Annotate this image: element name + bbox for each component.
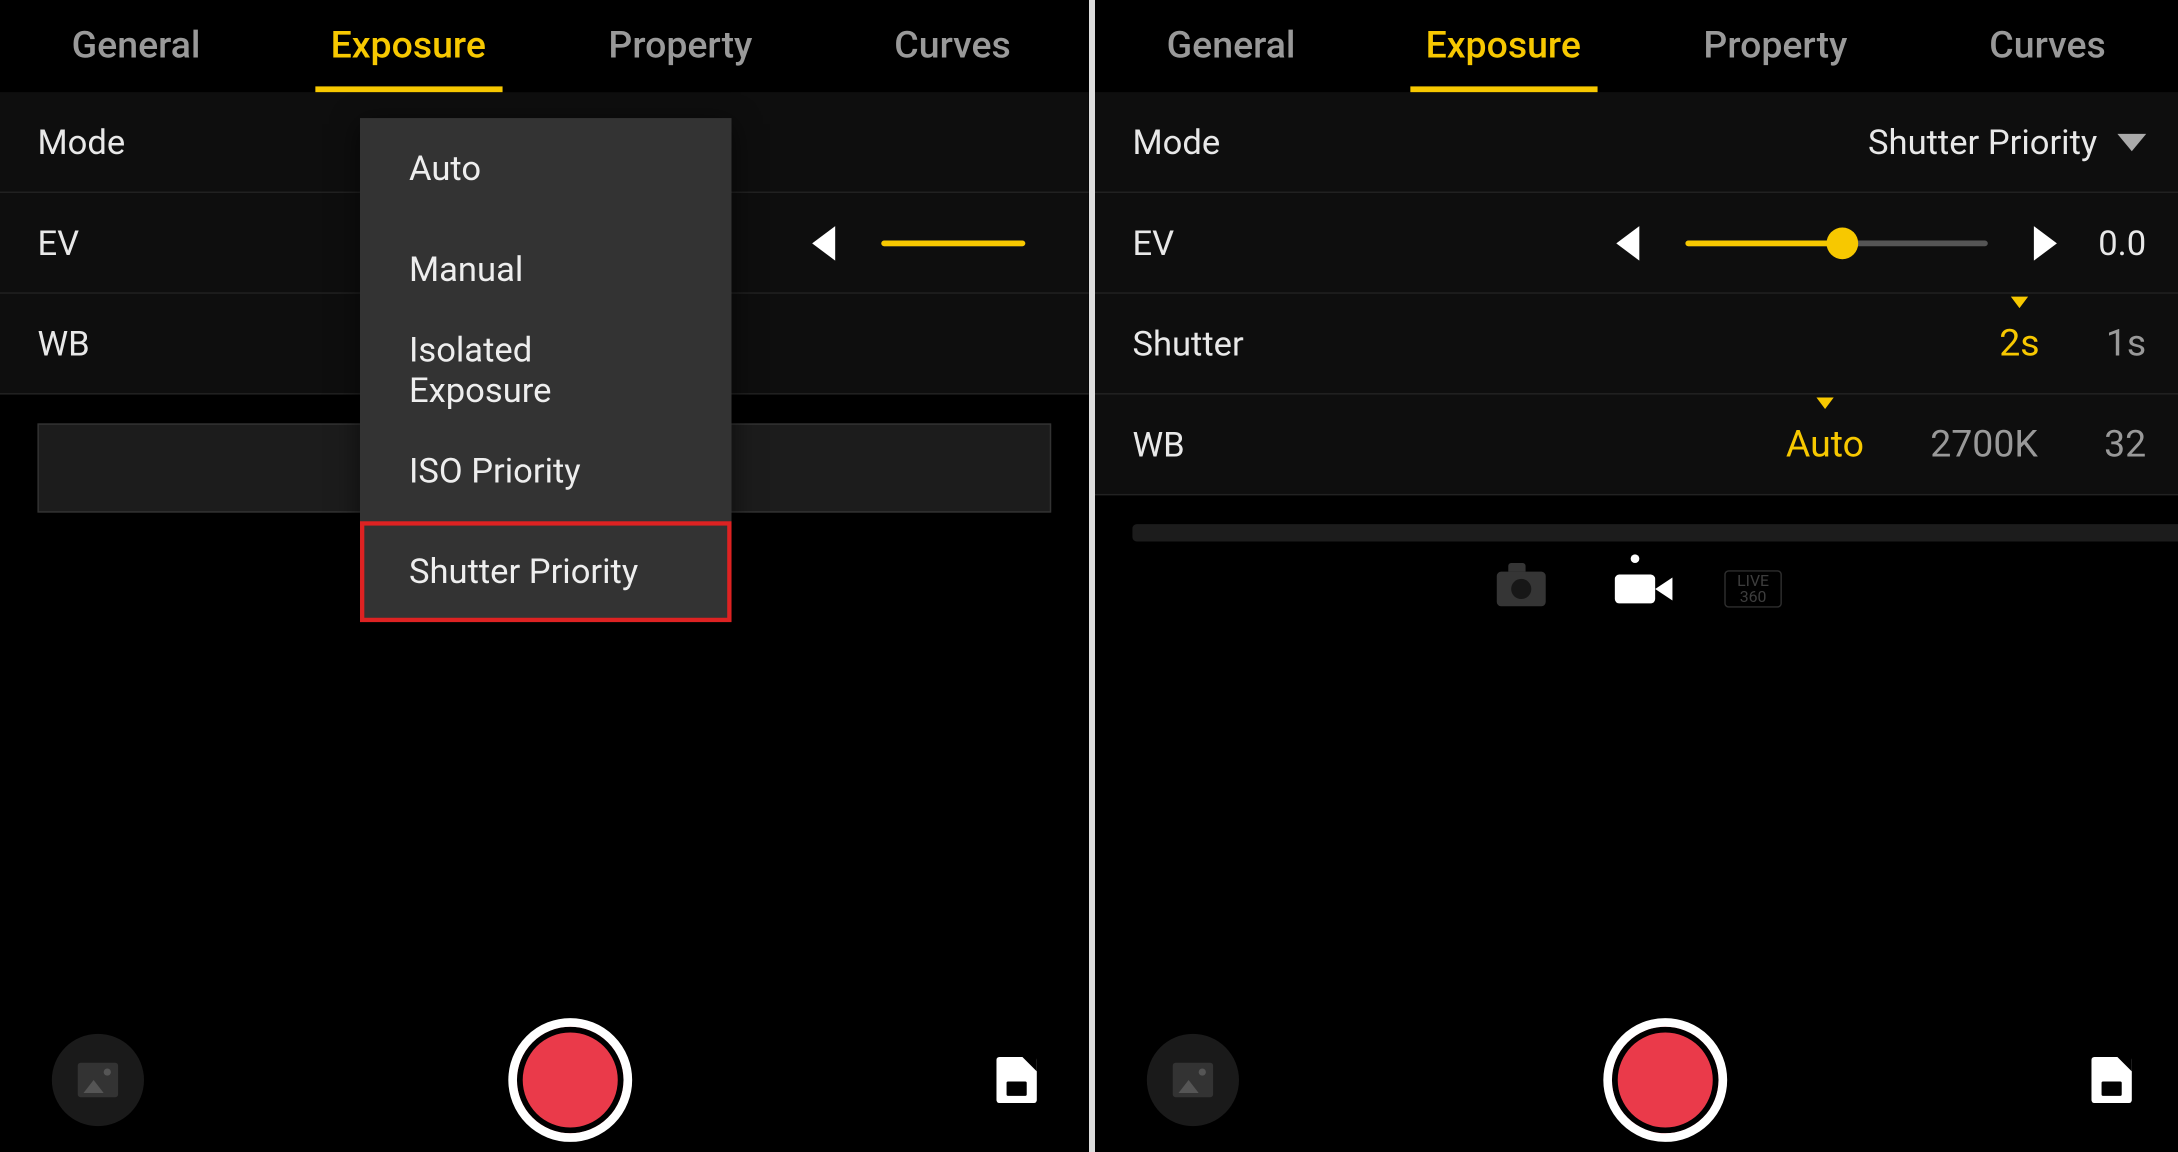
wb-row: WB Auto 2700K 32 bbox=[1095, 395, 2178, 496]
ev-slider[interactable] bbox=[881, 240, 1025, 246]
ev-decrease-icon[interactable] bbox=[1616, 225, 1639, 260]
photo-mode-icon[interactable] bbox=[1497, 572, 1546, 607]
tab-general[interactable]: General bbox=[1095, 0, 1367, 92]
ev-row: EV 0.0 bbox=[1095, 193, 2178, 294]
ev-decrease-icon[interactable] bbox=[812, 225, 835, 260]
bottom-bar bbox=[0, 1008, 1089, 1152]
image-icon bbox=[78, 1063, 118, 1098]
video-mode-icon[interactable] bbox=[1615, 575, 1655, 604]
mode-option-auto[interactable]: Auto bbox=[360, 118, 732, 219]
ev-label: EV bbox=[37, 222, 224, 262]
tab-general[interactable]: General bbox=[0, 0, 272, 92]
tab-exposure[interactable]: Exposure bbox=[1367, 0, 1639, 92]
tab-curves[interactable]: Curves bbox=[816, 0, 1088, 92]
gallery-button[interactable] bbox=[1147, 1034, 1239, 1126]
tab-exposure[interactable]: Exposure bbox=[272, 0, 544, 92]
live-mode-icon[interactable]: LIVE 360 bbox=[1724, 570, 1782, 607]
save-icon[interactable] bbox=[996, 1057, 1036, 1103]
ev-increase-icon[interactable] bbox=[2034, 225, 2057, 260]
mode-row[interactable]: Mode Shutter Priority bbox=[1095, 92, 2178, 193]
mode-option-isolated-exposure[interactable]: Isolated Exposure bbox=[360, 320, 732, 421]
mode-dropdown: Auto Manual Isolated Exposure ISO Priori… bbox=[360, 118, 732, 622]
wb-label: WB bbox=[37, 323, 224, 363]
tab-property[interactable]: Property bbox=[544, 0, 816, 92]
ev-value: 0.0 bbox=[2077, 222, 2146, 262]
tab-property[interactable]: Property bbox=[1639, 0, 1911, 92]
image-icon bbox=[1173, 1063, 1213, 1098]
mode-option-manual[interactable]: Manual bbox=[360, 219, 732, 320]
ev-label: EV bbox=[1132, 222, 1319, 262]
wb-label: WB bbox=[1132, 424, 1319, 464]
shutter-button[interactable] bbox=[1603, 1018, 1727, 1142]
save-icon[interactable] bbox=[2091, 1057, 2131, 1103]
media-type-row: LIVE 360 bbox=[1095, 570, 2178, 607]
wb-option-2700k[interactable]: 2700K bbox=[1930, 423, 2038, 466]
tab-curves[interactable]: Curves bbox=[1911, 0, 2178, 92]
mode-option-shutter-priority[interactable]: Shutter Priority bbox=[360, 521, 732, 622]
shutter-label: Shutter bbox=[1132, 323, 1319, 363]
tabs: General Exposure Property Curves bbox=[0, 0, 1089, 92]
mode-label: Mode bbox=[37, 122, 224, 162]
gallery-button[interactable] bbox=[52, 1034, 144, 1126]
shutter-option-1s[interactable]: 1s bbox=[2106, 322, 2146, 365]
shutter-option-2s[interactable]: 2s bbox=[1999, 322, 2039, 365]
settings-panel: Mode Shutter Priority EV 0.0 bbox=[1095, 92, 2178, 495]
screenshot-left: General Exposure Property Curves Mode EV bbox=[0, 0, 1089, 1152]
mode-value: Shutter Priority bbox=[1868, 122, 2097, 162]
wb-picker[interactable]: Auto 2700K 32 bbox=[1786, 423, 2146, 466]
chevron-down-icon bbox=[2117, 133, 2146, 150]
tabs: General Exposure Property Curves bbox=[1095, 0, 2178, 92]
wb-option-32[interactable]: 32 bbox=[2104, 423, 2146, 466]
bottom-bar bbox=[1095, 1008, 2178, 1152]
screenshot-right: General Exposure Property Curves Mode Sh… bbox=[1089, 0, 2178, 1152]
mode-option-iso-priority[interactable]: ISO Priority bbox=[360, 420, 732, 521]
shutter-picker[interactable]: 2s 1s bbox=[1999, 322, 2146, 365]
scroll-hint bbox=[1132, 524, 2178, 541]
ev-slider[interactable] bbox=[1685, 240, 1987, 246]
shutter-row: Shutter 2s 1s bbox=[1095, 294, 2178, 395]
shutter-button[interactable] bbox=[508, 1018, 632, 1142]
mode-label: Mode bbox=[1132, 122, 1319, 162]
wb-option-auto[interactable]: Auto bbox=[1786, 423, 1864, 466]
